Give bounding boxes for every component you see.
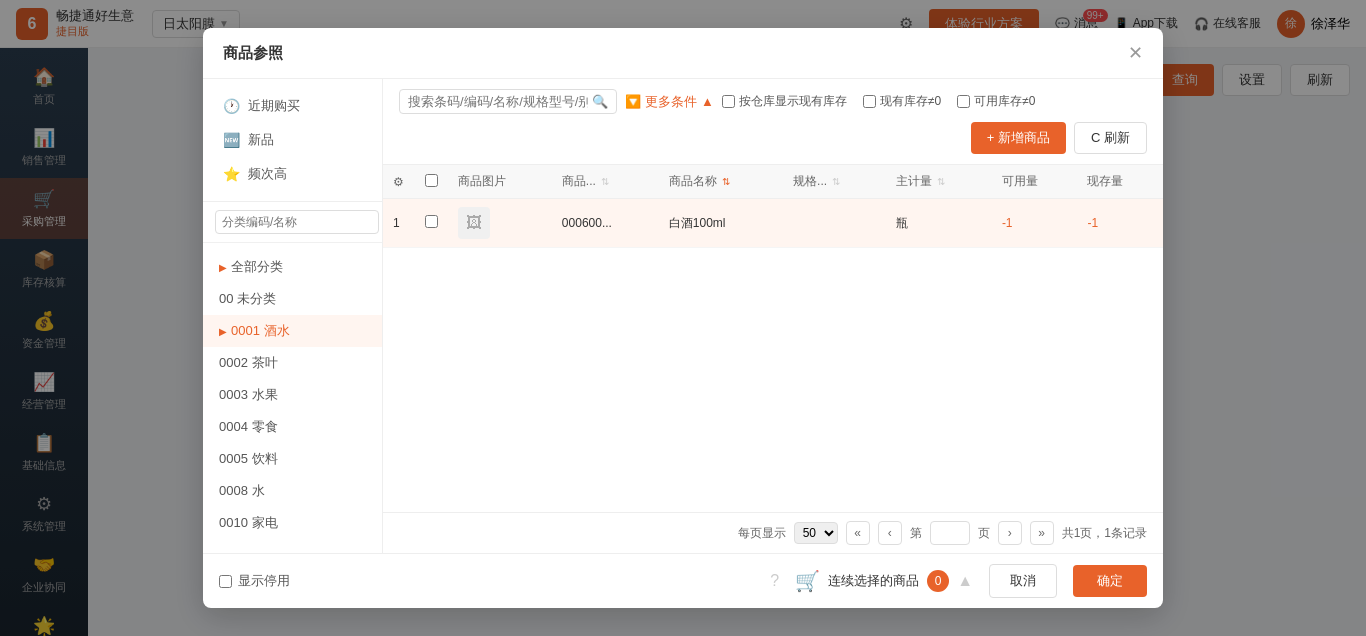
next-page-button[interactable]: › [998,521,1022,545]
prev-page-button[interactable]: ‹ [878,521,902,545]
modal-header: 商品参照 ✕ [203,28,1163,79]
quick-label-new: 新品 [248,131,274,149]
col-unit[interactable]: 主计量 ⇅ [886,165,992,199]
modal-left-panel: 🕐 近期购买 🆕 新品 ⭐ 频次高 🔍 « [203,79,383,553]
total-info: 共1页，1条记录 [1062,525,1147,542]
col-settings[interactable]: ⚙ [383,165,415,199]
row-unit: 瓶 [886,199,992,248]
product-image-placeholder: 🖼 [458,207,490,239]
product-search-bar: 🔍 🔽 更多条件 ▲ 按仓库显示现有库存 [383,79,1163,165]
product-search-input[interactable] [408,94,588,109]
col-stock: 现存量 [1077,165,1163,199]
quick-item-recent[interactable]: 🕐 近期购买 [215,91,370,121]
more-filters-button[interactable]: 🔽 更多条件 ▲ [625,93,714,111]
col-name[interactable]: 商品名称 ⇅ [659,165,783,199]
modal-footer: 显示停用 ? 🛒 连续选择的商品 0 ▲ 取消 确定 [203,553,1163,608]
product-reference-modal: 商品参照 ✕ 🕐 近期购买 🆕 新品 ⭐ [203,28,1163,608]
caret-liquor-icon: ▶ [219,326,227,337]
category-item-all[interactable]: ▶ 全部分类 [203,251,382,283]
confirm-button[interactable]: 确定 [1073,565,1147,597]
new-product-icon: 🆕 [223,132,240,148]
col-checkbox [415,165,448,199]
per-page-select[interactable]: 50 [794,522,838,544]
modal-close-button[interactable]: ✕ [1128,42,1143,64]
collapse-cart-icon[interactable]: ▲ [957,572,973,590]
select-all-checkbox[interactable] [425,174,438,187]
row-num: 1 [383,199,415,248]
col-spec[interactable]: 规格... ⇅ [783,165,886,199]
row-code: 000600... [552,199,659,248]
quick-label-frequent: 频次高 [248,165,287,183]
col-image: 商品图片 [448,165,552,199]
page-label: 第 [910,525,922,542]
filter-caret-icon: ▲ [701,94,714,109]
add-product-button[interactable]: + 新增商品 [971,122,1066,154]
product-table-wrap: ⚙ 商品图片 商品... ⇅ [383,165,1163,512]
cart-icon[interactable]: 🛒 [795,569,820,593]
col-code[interactable]: 商品... ⇅ [552,165,659,199]
product-table: ⚙ 商品图片 商品... ⇅ [383,165,1163,248]
per-page-label: 每页显示 [738,525,786,542]
cart-count: 0 [927,570,949,592]
cart-label: 连续选择的商品 [828,572,919,590]
show-disabled-checkbox[interactable] [219,575,232,588]
cart-area: 🛒 连续选择的商品 0 ▲ [795,569,973,593]
checkbox-by-warehouse[interactable]: 按仓库显示现有库存 [722,93,847,110]
col-available: 可用量 [992,165,1078,199]
row-available: -1 [992,199,1078,248]
checkbox-available-nonzero[interactable]: 可用库存≠0 [957,93,1035,110]
help-icon[interactable]: ? [770,572,779,590]
category-search-input[interactable] [215,210,379,234]
row-spec [783,199,886,248]
recent-icon: 🕐 [223,98,240,114]
table-header-row: ⚙ 商品图片 商品... ⇅ [383,165,1163,199]
star-icon: ⭐ [223,166,240,182]
sort-spec-icon[interactable]: ⇅ [832,176,840,187]
row-stock: -1 [1077,199,1163,248]
product-search-icon[interactable]: 🔍 [592,94,608,109]
row-image: 🖼 [448,199,552,248]
modal-overlay: 商品参照 ✕ 🕐 近期购买 🆕 新品 ⭐ [0,0,1366,636]
search-action-buttons: + 新增商品 C 刷新 [971,122,1147,154]
filter-checkboxes: 按仓库显示现有库存 现有库存≠0 可用库存≠0 [722,93,1036,110]
category-item-uncat[interactable]: 00 未分类 [203,283,382,315]
row-name: 白酒100ml [659,199,783,248]
row-checkbox[interactable] [415,199,448,248]
modal-body: 🕐 近期购买 🆕 新品 ⭐ 频次高 🔍 « [203,79,1163,553]
category-item-tea[interactable]: 0002 茶叶 [203,347,382,379]
quick-items-section: 🕐 近期购买 🆕 新品 ⭐ 频次高 [203,91,382,202]
table-row[interactable]: 1 🖼 000600... 白酒100ml 瓶 [383,199,1163,248]
last-page-button[interactable]: » [1030,521,1054,545]
caret-all-icon: ▶ [219,262,227,273]
modal-title: 商品参照 [223,44,283,63]
quick-item-frequent[interactable]: ⭐ 频次高 [215,159,370,189]
filter-icon: 🔽 [625,94,641,109]
sort-unit-icon[interactable]: ⇅ [937,176,945,187]
category-item-fruit[interactable]: 0003 水果 [203,379,382,411]
category-item-water[interactable]: 0008 水 [203,475,382,507]
checkbox-stock-nonzero[interactable]: 现有库存≠0 [863,93,941,110]
sort-name-icon[interactable]: ⇅ [722,176,730,187]
category-item-snack[interactable]: 0004 零食 [203,411,382,443]
footer-actions: ? 🛒 连续选择的商品 0 ▲ 取消 确定 [770,564,1147,598]
category-list: ▶ 全部分类 00 未分类 ▶ 0001 酒水 0002 茶叶 0003 水果 [203,243,382,547]
table-refresh-button[interactable]: C 刷新 [1074,122,1147,154]
category-item-electronics[interactable]: 0010 家电 [203,507,382,539]
page-suffix: 页 [978,525,990,542]
show-disabled-label[interactable]: 显示停用 [219,572,290,590]
category-item-liquor[interactable]: ▶ 0001 酒水 [203,315,382,347]
cancel-button[interactable]: 取消 [989,564,1057,598]
first-page-button[interactable]: « [846,521,870,545]
page-number-input[interactable]: 1 [930,521,970,545]
pagination-bar: 每页显示 50 « ‹ 第 1 页 › » 共1页，1条记录 [383,512,1163,553]
sort-code-icon[interactable]: ⇅ [601,176,609,187]
quick-item-new[interactable]: 🆕 新品 [215,125,370,155]
category-search: 🔍 « [203,202,382,243]
search-input-wrap: 🔍 [399,89,617,114]
category-item-beverage[interactable]: 0005 饮料 [203,443,382,475]
modal-right-panel: 🔍 🔽 更多条件 ▲ 按仓库显示现有库存 [383,79,1163,553]
quick-label-recent: 近期购买 [248,97,300,115]
